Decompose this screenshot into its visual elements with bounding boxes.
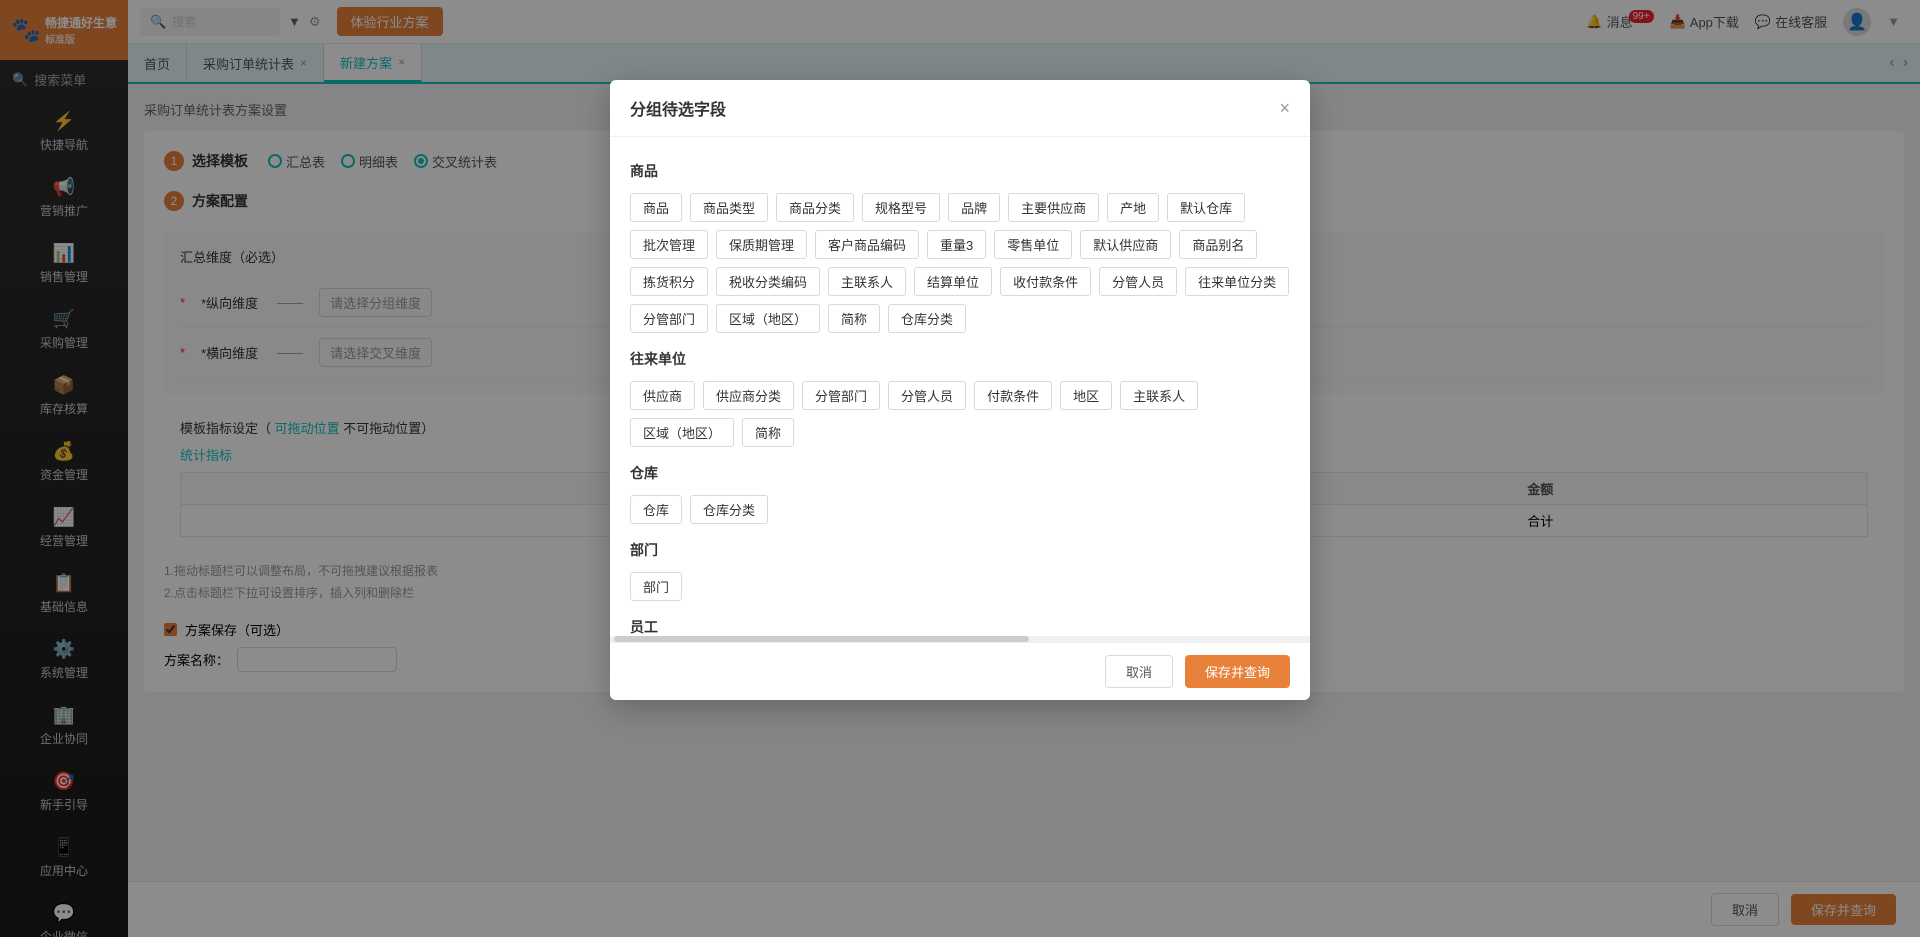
field-warehouse-cat[interactable]: 仓库分类 bbox=[690, 495, 768, 524]
field-shelf-life[interactable]: 保质期管理 bbox=[716, 230, 807, 259]
field-select-modal: 分组待选字段 × 商品 商品 商品类型 商品分类 规格型号 品牌 主要供应商 产… bbox=[610, 80, 1310, 700]
modal-confirm-btn[interactable]: 保存并查询 bbox=[1185, 655, 1290, 688]
field-origin[interactable]: 产地 bbox=[1107, 193, 1159, 222]
field-main-contact2[interactable]: 主联系人 bbox=[1120, 381, 1198, 410]
fields-goods: 商品 商品类型 商品分类 规格型号 品牌 主要供应商 产地 默认仓库 批次管理 … bbox=[630, 193, 1290, 333]
field-spec-model[interactable]: 规格型号 bbox=[862, 193, 940, 222]
field-area[interactable]: 地区 bbox=[1060, 381, 1112, 410]
field-warehouse[interactable]: 仓库 bbox=[630, 495, 682, 524]
field-dept[interactable]: 分管部门 bbox=[630, 304, 708, 333]
modal-body: 商品 商品 商品类型 商品分类 规格型号 品牌 主要供应商 产地 默认仓库 批次… bbox=[610, 137, 1310, 636]
field-payment-terms[interactable]: 收付款条件 bbox=[1000, 267, 1091, 296]
modal-close-btn[interactable]: × bbox=[1279, 98, 1290, 119]
field-weight[interactable]: 重量3 bbox=[927, 230, 986, 259]
field-region[interactable]: 区域（地区） bbox=[716, 304, 820, 333]
field-default-warehouse[interactable]: 默认仓库 bbox=[1167, 193, 1245, 222]
modal-footer: 取消 保存并查询 bbox=[610, 642, 1310, 700]
field-tax-code[interactable]: 税收分类编码 bbox=[716, 267, 820, 296]
field-manager[interactable]: 分管人员 bbox=[1099, 267, 1177, 296]
modal-title: 分组待选字段 bbox=[630, 96, 726, 120]
field-goods-category[interactable]: 商品分类 bbox=[776, 193, 854, 222]
field-default-supplier[interactable]: 默认供应商 bbox=[1080, 230, 1171, 259]
field-supplier[interactable]: 供应商 bbox=[630, 381, 695, 410]
field-abbr[interactable]: 简称 bbox=[828, 304, 880, 333]
section-counterpart-title: 往来单位 bbox=[630, 349, 1290, 369]
field-brand[interactable]: 品牌 bbox=[948, 193, 1000, 222]
field-supplier-category[interactable]: 供应商分类 bbox=[703, 381, 794, 410]
fields-warehouse: 仓库 仓库分类 bbox=[630, 495, 1290, 524]
field-pick-score[interactable]: 拣货积分 bbox=[630, 267, 708, 296]
field-settle-unit[interactable]: 结算单位 bbox=[914, 267, 992, 296]
field-region2[interactable]: 区域（地区） bbox=[630, 418, 734, 447]
field-goods-type[interactable]: 商品类型 bbox=[690, 193, 768, 222]
field-retail-unit[interactable]: 零售单位 bbox=[994, 230, 1072, 259]
field-main-supplier[interactable]: 主要供应商 bbox=[1008, 193, 1099, 222]
section-dept-title: 部门 bbox=[630, 540, 1290, 560]
field-department[interactable]: 部门 bbox=[630, 572, 682, 601]
field-main-contact[interactable]: 主联系人 bbox=[828, 267, 906, 296]
section-goods-title: 商品 bbox=[630, 161, 1290, 181]
field-goods-alias[interactable]: 商品别名 bbox=[1179, 230, 1257, 259]
field-payment-condition[interactable]: 付款条件 bbox=[974, 381, 1052, 410]
field-mgmt-person[interactable]: 分管人员 bbox=[888, 381, 966, 410]
modal-header: 分组待选字段 × bbox=[610, 80, 1310, 137]
section-warehouse-title: 仓库 bbox=[630, 463, 1290, 483]
field-warehouse-category[interactable]: 仓库分类 bbox=[888, 304, 966, 333]
modal-cancel-btn[interactable]: 取消 bbox=[1105, 655, 1173, 688]
field-batch-mgmt[interactable]: 批次管理 bbox=[630, 230, 708, 259]
section-employee-title: 员工 bbox=[630, 617, 1290, 636]
field-goods[interactable]: 商品 bbox=[630, 193, 682, 222]
field-counterpart-category[interactable]: 往来单位分类 bbox=[1185, 267, 1289, 296]
field-mgmt-dept[interactable]: 分管部门 bbox=[802, 381, 880, 410]
field-customer-code[interactable]: 客户商品编码 bbox=[815, 230, 919, 259]
field-abbr2[interactable]: 简称 bbox=[742, 418, 794, 447]
fields-counterpart: 供应商 供应商分类 分管部门 分管人员 付款条件 地区 主联系人 区域（地区） … bbox=[630, 381, 1290, 447]
fields-dept: 部门 bbox=[630, 572, 1290, 601]
